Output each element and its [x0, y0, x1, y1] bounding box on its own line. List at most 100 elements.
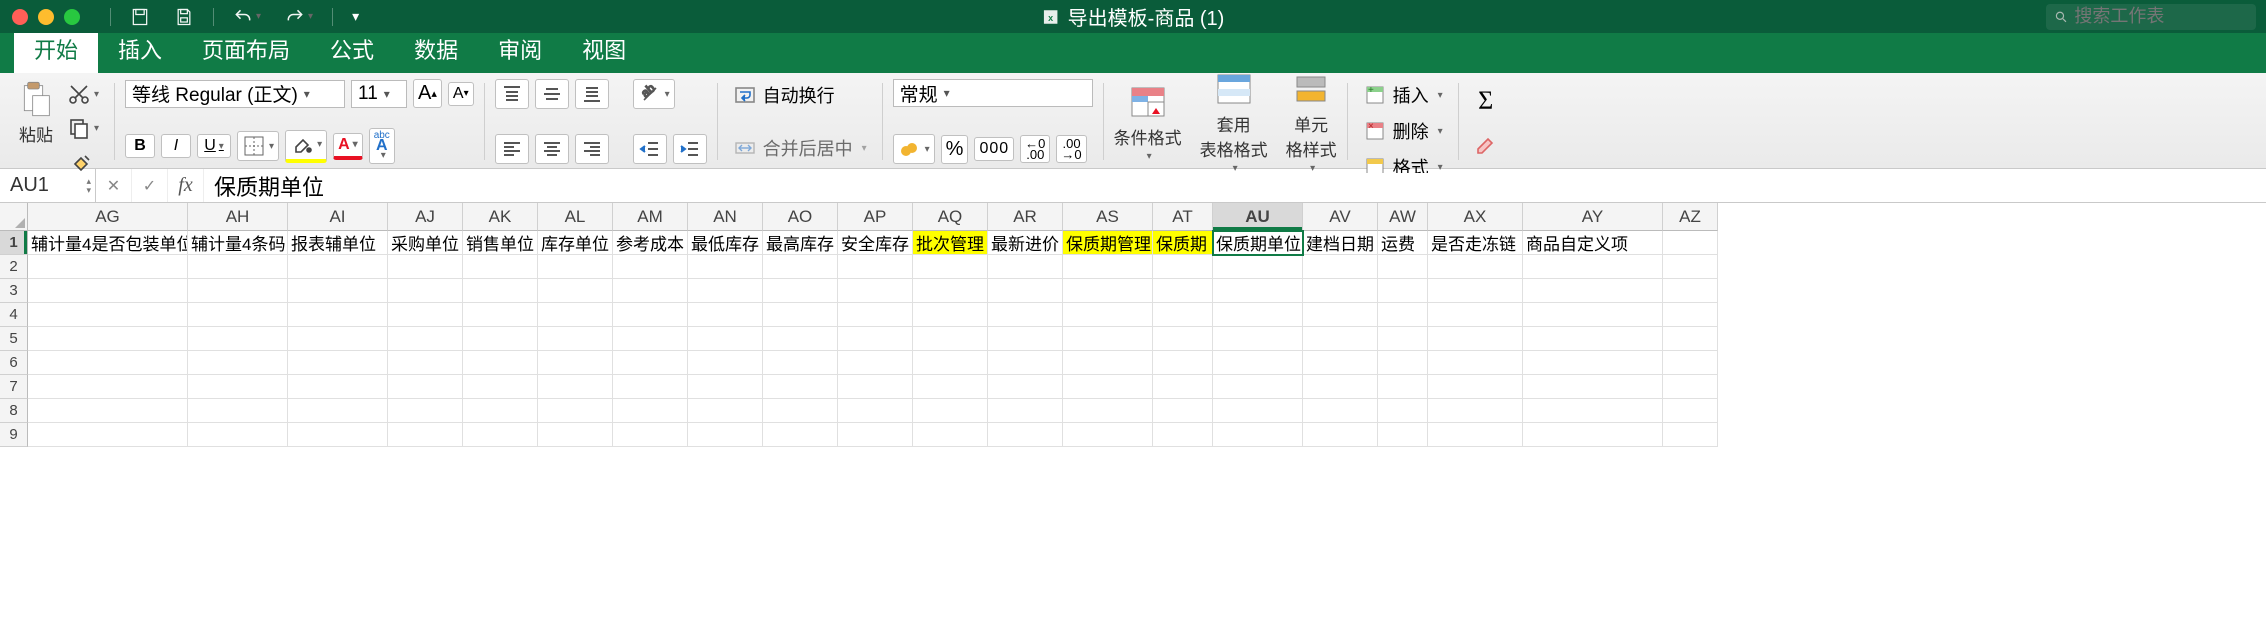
- row-header[interactable]: 4: [0, 303, 28, 327]
- cell[interactable]: [1428, 327, 1523, 351]
- column-header[interactable]: AJ: [388, 203, 463, 231]
- save-icon[interactable]: [169, 4, 199, 30]
- column-header[interactable]: AQ: [913, 203, 988, 231]
- cell[interactable]: [1063, 375, 1153, 399]
- cell[interactable]: [763, 255, 838, 279]
- column-header[interactable]: AS: [1063, 203, 1153, 231]
- cell[interactable]: [28, 327, 188, 351]
- cell[interactable]: [1428, 303, 1523, 327]
- cell[interactable]: [1153, 399, 1213, 423]
- cell[interactable]: [188, 255, 288, 279]
- cell[interactable]: [1663, 423, 1718, 447]
- cell[interactable]: [28, 423, 188, 447]
- orientation-button[interactable]: ab: [633, 79, 675, 109]
- column-header[interactable]: AY: [1523, 203, 1663, 231]
- cell[interactable]: [463, 279, 538, 303]
- close-window-button[interactable]: [12, 9, 28, 25]
- cell[interactable]: [1153, 375, 1213, 399]
- cell[interactable]: [538, 327, 613, 351]
- number-format-select[interactable]: 常规: [893, 79, 1093, 107]
- row-header[interactable]: 8: [0, 399, 28, 423]
- insert-cells-button[interactable]: + 插入: [1358, 79, 1448, 111]
- cell[interactable]: [688, 327, 763, 351]
- cell[interactable]: 保质期管理: [1063, 231, 1153, 255]
- percent-format-button[interactable]: %: [941, 135, 969, 164]
- italic-button[interactable]: I: [161, 134, 191, 158]
- cell[interactable]: [538, 399, 613, 423]
- cell[interactable]: [763, 327, 838, 351]
- cell[interactable]: [1428, 255, 1523, 279]
- column-header[interactable]: AP: [838, 203, 913, 231]
- cell[interactable]: [1063, 303, 1153, 327]
- cell[interactable]: [1303, 351, 1378, 375]
- cell[interactable]: [1378, 327, 1428, 351]
- cell[interactable]: [1153, 303, 1213, 327]
- font-color-button[interactable]: A: [333, 133, 363, 160]
- increase-font-button[interactable]: A▴: [413, 79, 442, 108]
- cell[interactable]: [1663, 231, 1718, 255]
- name-box[interactable]: AU1 ▴▾: [0, 169, 96, 202]
- cell[interactable]: [1663, 279, 1718, 303]
- cell[interactable]: [913, 375, 988, 399]
- align-bottom-button[interactable]: [575, 79, 609, 109]
- cell[interactable]: 运费: [1378, 231, 1428, 255]
- row-header[interactable]: 5: [0, 327, 28, 351]
- cell[interactable]: [1663, 375, 1718, 399]
- cell[interactable]: [1153, 351, 1213, 375]
- cell[interactable]: [988, 375, 1063, 399]
- cell[interactable]: [1663, 399, 1718, 423]
- autosum-button[interactable]: Σ: [1469, 83, 1503, 119]
- cell[interactable]: [613, 399, 688, 423]
- cell[interactable]: [913, 399, 988, 423]
- cell[interactable]: [688, 351, 763, 375]
- cell[interactable]: [1428, 423, 1523, 447]
- cell[interactable]: [1428, 279, 1523, 303]
- cell[interactable]: [538, 375, 613, 399]
- table-format-button[interactable]: 套用 表格格式: [1200, 69, 1268, 174]
- cell[interactable]: [388, 351, 463, 375]
- bold-button[interactable]: B: [125, 134, 155, 158]
- search-input[interactable]: [2074, 6, 2248, 27]
- cell[interactable]: [1303, 255, 1378, 279]
- cell[interactable]: [1063, 399, 1153, 423]
- cell[interactable]: [1428, 351, 1523, 375]
- cell[interactable]: [1153, 327, 1213, 351]
- cell[interactable]: [1663, 327, 1718, 351]
- align-left-button[interactable]: [495, 134, 529, 164]
- cell[interactable]: [613, 351, 688, 375]
- column-header[interactable]: AI: [288, 203, 388, 231]
- cell[interactable]: 安全库存: [838, 231, 913, 255]
- cell[interactable]: [28, 399, 188, 423]
- row-header[interactable]: 1: [0, 231, 28, 255]
- cell[interactable]: [463, 351, 538, 375]
- cell[interactable]: [1523, 279, 1663, 303]
- tab-页面布局[interactable]: 页面布局: [182, 27, 310, 73]
- align-middle-button[interactable]: [535, 79, 569, 109]
- column-header[interactable]: AG: [28, 203, 188, 231]
- cell[interactable]: [988, 303, 1063, 327]
- cell[interactable]: [188, 279, 288, 303]
- cell[interactable]: [1378, 423, 1428, 447]
- cell[interactable]: 辅计量4条码: [188, 231, 288, 255]
- cell[interactable]: [1523, 351, 1663, 375]
- cell[interactable]: 批次管理: [913, 231, 988, 255]
- cell[interactable]: [288, 351, 388, 375]
- cell[interactable]: [1663, 351, 1718, 375]
- font-name-select[interactable]: 等线 Regular (正文): [125, 80, 345, 108]
- column-header[interactable]: AM: [613, 203, 688, 231]
- accounting-format-button[interactable]: [893, 134, 935, 164]
- column-header[interactable]: AT: [1153, 203, 1213, 231]
- cell[interactable]: [188, 327, 288, 351]
- underline-button[interactable]: U: [197, 134, 231, 158]
- cell[interactable]: 最新进价: [988, 231, 1063, 255]
- cell[interactable]: [28, 375, 188, 399]
- cell[interactable]: [688, 279, 763, 303]
- cell[interactable]: [613, 255, 688, 279]
- cell[interactable]: 最低库存: [688, 231, 763, 255]
- column-header[interactable]: AU: [1213, 203, 1303, 231]
- column-header[interactable]: AH: [188, 203, 288, 231]
- cell[interactable]: [388, 327, 463, 351]
- cell[interactable]: [28, 279, 188, 303]
- column-header[interactable]: AR: [988, 203, 1063, 231]
- cell[interactable]: [1378, 351, 1428, 375]
